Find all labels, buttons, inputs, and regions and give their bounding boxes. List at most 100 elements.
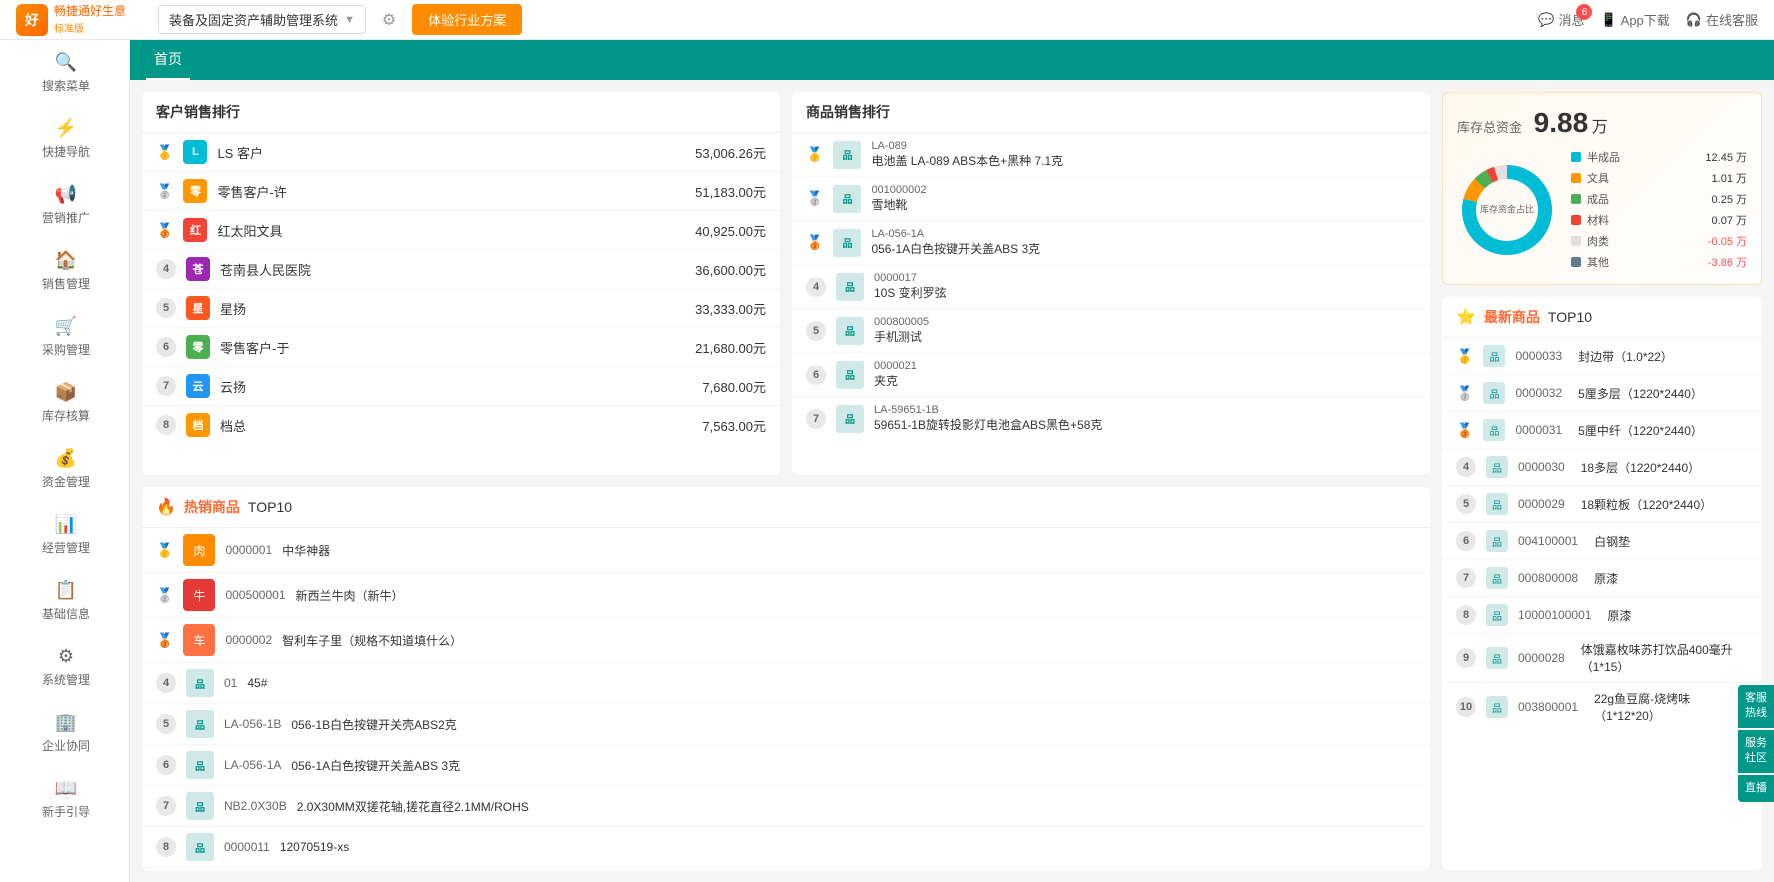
newest-products-subtitle: TOP10: [1548, 309, 1592, 325]
sidebar-item-inventory[interactable]: 📦 库存核算: [0, 370, 129, 436]
medal-silver-icon: 🥈: [156, 587, 173, 604]
product-icon: 品: [836, 317, 864, 345]
product-icon: 品: [1486, 456, 1508, 478]
table-row: 🥉 品 LA-056-1A 056-1A白色按键开关盖ABS 3克: [792, 221, 1430, 265]
customer-amount: 7,563.00元: [702, 416, 766, 435]
list-item: 🥉 车 0000002 智利车子里（规格不知道填什么）: [142, 618, 1430, 663]
rank-number: 5: [156, 298, 176, 318]
customer-service-button[interactable]: 客服热线: [1738, 685, 1774, 728]
sidebar-marketing-label: 营销推广: [42, 209, 90, 226]
medal-bronze-icon: 🥉: [806, 234, 823, 251]
product-name: 2.0X30MM双搓花轴,搓花直径2.1MM/ROHS: [297, 798, 1416, 815]
sidebar-purchase-label: 采购管理: [42, 341, 90, 358]
product-code: 000800005: [874, 316, 1416, 328]
product-code: LA-056-1A: [871, 228, 1416, 240]
live-stream-button[interactable]: 直播: [1738, 775, 1774, 802]
home-icon: 🏠: [55, 250, 77, 271]
legend-item-other: 其他 -3.86 万: [1571, 254, 1747, 270]
product-name: 夹克: [874, 372, 1416, 389]
sidebar-item-enterprise[interactable]: 🏢 企业协同: [0, 700, 129, 766]
product-name: 18颗粒板（1220*2440）: [1581, 496, 1748, 513]
product-icon: 品: [1486, 567, 1508, 589]
system-name: 装备及固定资产辅助管理系统: [169, 10, 338, 29]
product-icon: 品: [1486, 493, 1508, 515]
product-ranking-card: 商品销售排行 🥇 品 LA-089 电池盖 LA-089 ABS本色+黑种 7.…: [792, 92, 1430, 475]
product-code: 0000028: [1518, 651, 1565, 665]
sidebar-item-purchase[interactable]: 🛒 采购管理: [0, 304, 129, 370]
product-code: 001000002: [871, 184, 1416, 196]
product-name: 056-1B白色按键开关壳ABS2克: [291, 716, 1416, 733]
message-button[interactable]: 💬 消息 6: [1538, 10, 1584, 29]
product-code: LA-056-1A: [224, 758, 281, 772]
legend-label: 成品: [1587, 191, 1706, 207]
customer-name: LS 客户: [217, 143, 685, 162]
product-icon: 品: [833, 141, 861, 169]
product-name: 22g鱼豆腐-烧烤味（1*12*20）: [1594, 690, 1748, 724]
sidebar-item-sales[interactable]: 🏠 销售管理: [0, 238, 129, 304]
sidebar-item-search[interactable]: 🔍 搜索菜单: [0, 40, 129, 106]
rank-number: 7: [156, 796, 176, 816]
legend-dot: [1571, 215, 1581, 225]
legend-item-product: 成品 0.25 万: [1571, 191, 1747, 207]
megaphone-icon: 📢: [55, 184, 77, 205]
legend-item-semifinished: 半成品 12.45 万: [1571, 149, 1747, 165]
service-community-button[interactable]: 服务社区: [1738, 730, 1774, 773]
rank-number: 8: [1456, 605, 1476, 625]
inventory-chart-area: 库存资金占比 半成品 12.45 万 文具: [1457, 149, 1747, 270]
rank-number: 9: [1456, 648, 1476, 668]
ranking-area: 客户销售排行 🥇 L LS 客户 53,006.26元: [142, 92, 1430, 475]
product-thumbnail: 车: [183, 624, 215, 656]
online-service-button[interactable]: 🎧 在线客服: [1686, 10, 1758, 29]
customer-name: 苍南县人民医院: [220, 260, 685, 279]
right-column: 库存总资金 9.88 万: [1442, 92, 1762, 870]
system-selector[interactable]: 装备及固定资产辅助管理系统 ▼: [158, 5, 366, 34]
trial-button[interactable]: 体验行业方案: [412, 4, 522, 35]
sidebar-search-label: 搜索菜单: [42, 77, 90, 94]
message-badge: 6: [1576, 4, 1592, 20]
customer-amount: 36,600.00元: [695, 260, 766, 279]
product-icon: 品: [1483, 419, 1505, 441]
gear-icon[interactable]: ⚙: [378, 6, 400, 34]
product-code: 0000032: [1515, 386, 1562, 400]
app-download-button[interactable]: 📱 App下载: [1600, 10, 1669, 29]
list-item: 🥇 品 0000033 封边带（1.0*22）: [1442, 338, 1762, 375]
legend-value: -3.86 万: [1708, 254, 1747, 270]
avatar: 档: [186, 413, 210, 437]
table-row: 🥇 品 LA-089 电池盖 LA-089 ABS本色+黑种 7.1克: [792, 133, 1430, 177]
product-name: 雪地靴: [871, 196, 1416, 213]
donut-center-label: 库存资金占比: [1480, 203, 1534, 216]
home-tab[interactable]: 首页: [146, 40, 190, 80]
legend-dot: [1571, 236, 1581, 246]
product-name: 5厘多层（1220*2440）: [1578, 385, 1748, 402]
rank-number: 5: [156, 714, 176, 734]
product-icon: 品: [1486, 604, 1508, 626]
sidebar-inventory-label: 库存核算: [42, 407, 90, 424]
product-code: 000800008: [1518, 571, 1578, 585]
product-name: 056-1A白色按键开关盖ABS 3克: [871, 240, 1416, 257]
medal-bronze-icon: 🥉: [1456, 422, 1473, 439]
product-name: 59651-1B旋转投影灯电池盒ABS黑色+58克: [874, 416, 1416, 433]
table-row: 8 档 档总 7,563.00元: [142, 406, 780, 444]
hot-products-header: 🔥 热销商品 TOP10: [142, 487, 1430, 528]
sidebar-item-operation[interactable]: 📊 经营管理: [0, 502, 129, 568]
float-bar: 客服热线 服务社区 直播: [1738, 685, 1774, 802]
product-code: LA-056-1B: [224, 717, 281, 731]
sidebar-item-base[interactable]: 📋 基础信息: [0, 568, 129, 634]
sidebar-item-system[interactable]: ⚙ 系统管理: [0, 634, 129, 700]
cart-icon: 🛒: [55, 316, 77, 337]
sidebar-finance-label: 资金管理: [42, 473, 90, 490]
sidebar-item-guide[interactable]: 📖 新手引导: [0, 766, 129, 832]
sidebar-guide-label: 新手引导: [42, 803, 90, 820]
sidebar-item-nav[interactable]: ⚡ 快捷导航: [0, 106, 129, 172]
customer-ranking-card: 客户销售排行 🥇 L LS 客户 53,006.26元: [142, 92, 780, 475]
sidebar-item-finance[interactable]: 💰 资金管理: [0, 436, 129, 502]
product-icon: 品: [1483, 345, 1505, 367]
rank-number: 6: [156, 755, 176, 775]
product-icon: 品: [1486, 696, 1508, 718]
list-item: 🥈 牛 000500001 新西兰牛肉（新牛）: [142, 573, 1430, 618]
product-icon: 品: [186, 833, 214, 861]
list-item: 9 品 0000028 体饿嘉枚味苏打饮品400毫升（1*15）: [1442, 634, 1762, 683]
legend-value: 1.01 万: [1712, 170, 1747, 186]
sidebar-item-marketing[interactable]: 📢 营销推广: [0, 172, 129, 238]
medal-bronze-icon: 🥉: [156, 632, 173, 649]
